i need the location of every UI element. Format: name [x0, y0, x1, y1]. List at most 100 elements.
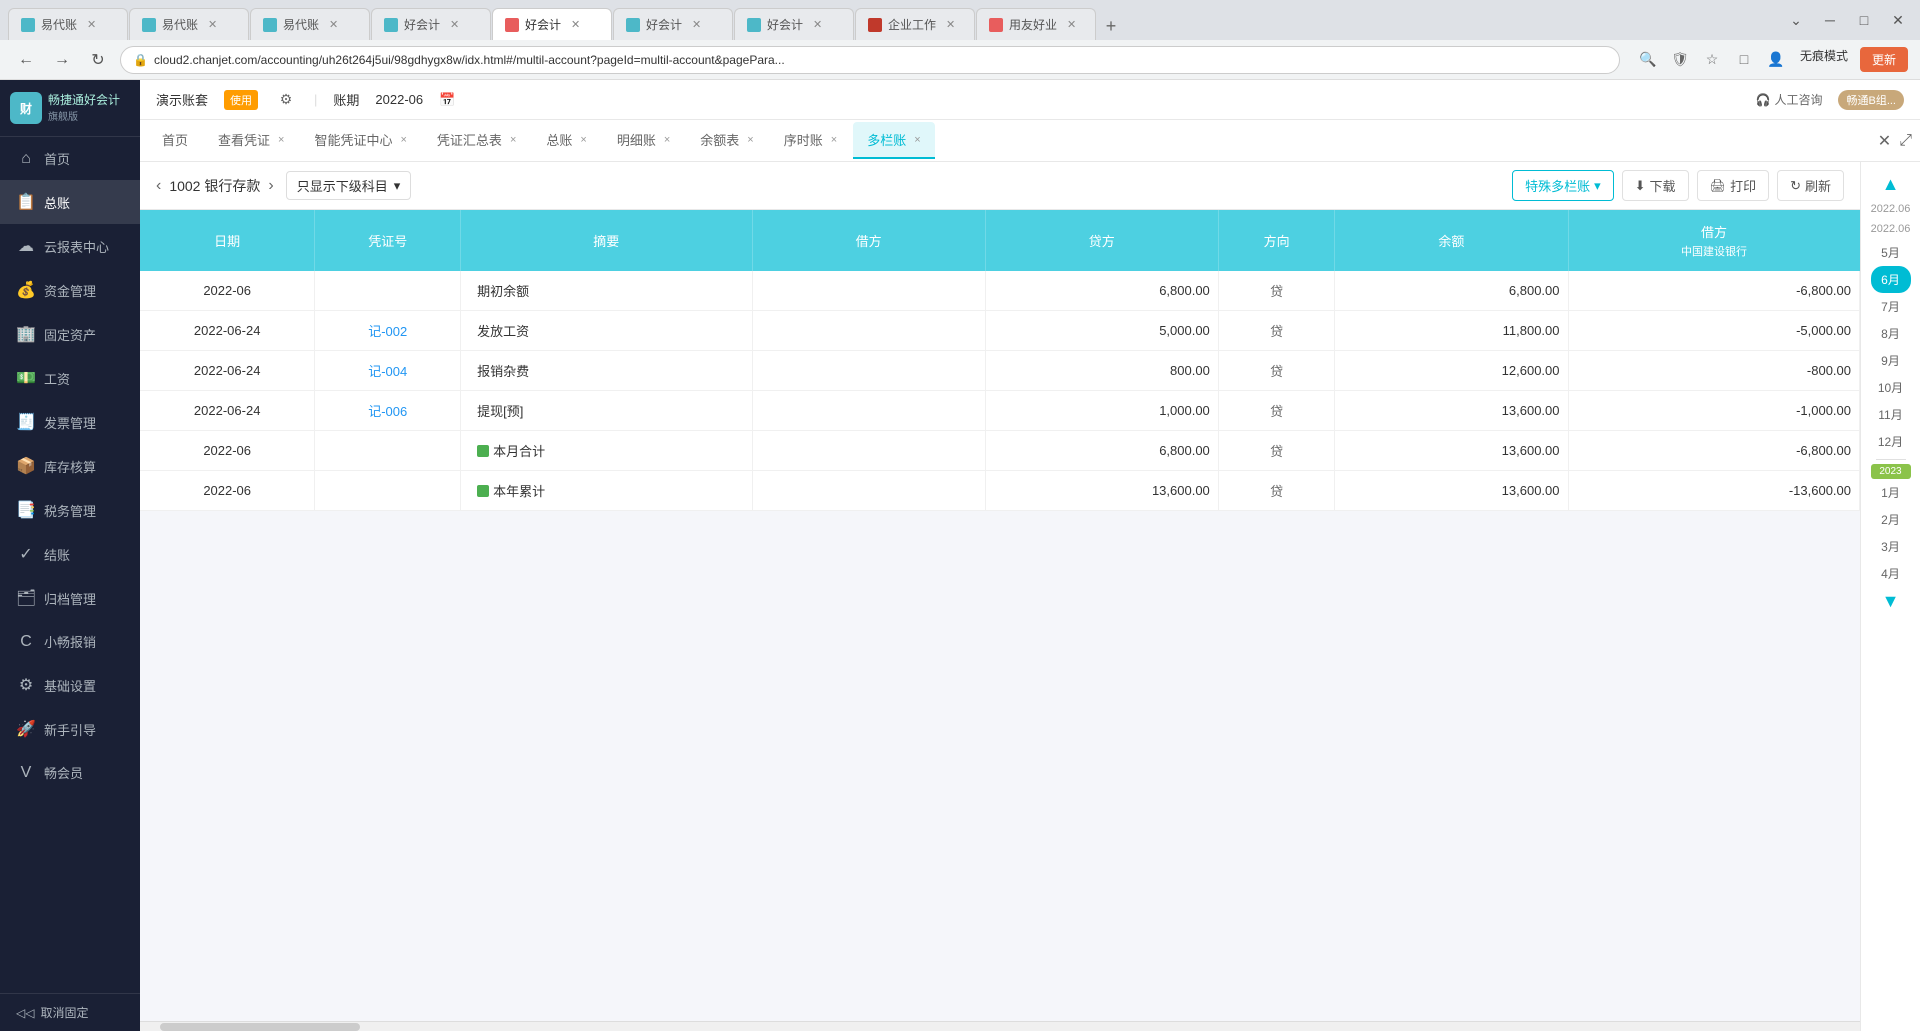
- tab-8[interactable]: 企业工作 ✕: [855, 8, 975, 40]
- profile-icon[interactable]: 👤: [1764, 47, 1788, 71]
- account-prev-button[interactable]: ‹: [156, 177, 161, 195]
- tab-smart-vouchers-close[interactable]: ×: [400, 134, 406, 146]
- tab-journal-close[interactable]: ×: [831, 134, 837, 146]
- tab-detail-ledger[interactable]: 明细账 ×: [603, 122, 684, 159]
- tab-close-3[interactable]: ✕: [329, 18, 338, 31]
- timeline-month-8[interactable]: 8月: [1871, 320, 1911, 347]
- timeline-month-3[interactable]: 3月: [1871, 533, 1911, 560]
- tab-close-9[interactable]: ✕: [1067, 18, 1076, 31]
- search-icon[interactable]: 🔍: [1636, 47, 1660, 71]
- sidebar-item-invoice[interactable]: 🧾 发票管理: [0, 400, 140, 444]
- tab-close-6[interactable]: ✕: [692, 18, 701, 31]
- user-badge[interactable]: 畅通B组...: [1838, 90, 1904, 110]
- close-panel-icon[interactable]: ✕: [1878, 131, 1891, 151]
- special-multicolumn-button[interactable]: 特殊多栏账 ▾: [1512, 170, 1614, 201]
- tab-journal[interactable]: 序时账 ×: [770, 122, 851, 159]
- timeline-month-2[interactable]: 2月: [1871, 506, 1911, 533]
- tab-vouchers[interactable]: 查看凭证 ×: [204, 122, 298, 159]
- url-input[interactable]: 🔒 cloud2.chanjet.com/accounting/uh26t264…: [120, 46, 1620, 74]
- minimize-icon[interactable]: ─: [1816, 6, 1844, 34]
- sidebar-item-salary[interactable]: 💵 工资: [0, 356, 140, 400]
- tab-close-7[interactable]: ✕: [813, 18, 822, 31]
- sidebar-item-settings[interactable]: ⚙ 基础设置: [0, 663, 140, 707]
- timeline-month-1[interactable]: 1月: [1871, 479, 1911, 506]
- tab-general-ledger-close[interactable]: ×: [580, 134, 586, 146]
- tab-4[interactable]: 好会计 ✕: [371, 8, 491, 40]
- refresh-button[interactable]: ↻: [84, 46, 112, 74]
- tab-7[interactable]: 好会计 ✕: [734, 8, 854, 40]
- tab-1[interactable]: 易代账 ✕: [8, 8, 128, 40]
- timeline-month-6[interactable]: 6月: [1871, 266, 1911, 293]
- tab-label-8: 企业工作: [888, 16, 936, 33]
- sidebar-item-funds[interactable]: 💰 资金管理: [0, 268, 140, 312]
- sidebar-item-assets[interactable]: 🏢 固定资产: [0, 312, 140, 356]
- topbar-settings-icon[interactable]: ⚙: [274, 88, 298, 112]
- sidebar-item-close-accounts[interactable]: ✓ 结账: [0, 532, 140, 576]
- tab-voucher-summary[interactable]: 凭证汇总表 ×: [423, 122, 530, 159]
- tab-close-1[interactable]: ✕: [87, 18, 96, 31]
- sidebar-item-reports[interactable]: ☁ 云报表中心: [0, 224, 140, 268]
- refresh-button[interactable]: ↻ 刷新: [1777, 170, 1844, 201]
- tab-balance-close[interactable]: ×: [747, 134, 753, 146]
- tab-9[interactable]: 用友好业 ✕: [976, 8, 1096, 40]
- tab-voucher-summary-close[interactable]: ×: [510, 134, 516, 146]
- expand-panel-icon[interactable]: ⤢: [1899, 132, 1912, 150]
- tab-multi-column-close[interactable]: ×: [914, 134, 920, 146]
- forward-button[interactable]: →: [48, 46, 76, 74]
- tab-smart-vouchers[interactable]: 智能凭证中心 ×: [300, 122, 420, 159]
- timeline-month-12[interactable]: 12月: [1871, 428, 1911, 455]
- sidebar-item-inventory[interactable]: 📦 库存核算: [0, 444, 140, 488]
- timeline-month-9[interactable]: 9月: [1871, 347, 1911, 374]
- filter-select[interactable]: 只显示下级科目 ▾: [286, 171, 412, 200]
- tab-6[interactable]: 好会计 ✕: [613, 8, 733, 40]
- tab-close-4[interactable]: ✕: [450, 18, 459, 31]
- back-button[interactable]: ←: [12, 46, 40, 74]
- shield-icon[interactable]: 🛡: [1668, 47, 1692, 71]
- scrollbar-thumb[interactable]: [160, 1023, 360, 1031]
- tab-3[interactable]: 易代账 ✕: [250, 8, 370, 40]
- sidebar-item-vip[interactable]: V 畅会员: [0, 751, 140, 794]
- sidebar-item-home[interactable]: ⌂ 首页: [0, 137, 140, 180]
- tab-close-2[interactable]: ✕: [208, 18, 217, 31]
- tab-detail-ledger-close[interactable]: ×: [664, 134, 670, 146]
- tab-5[interactable]: 好会计 ✕: [492, 8, 612, 40]
- timeline-month-4[interactable]: 4月: [1871, 560, 1911, 587]
- tab-close-5[interactable]: ✕: [571, 18, 580, 31]
- timeline-month-5[interactable]: 5月: [1871, 239, 1911, 266]
- voucher-link[interactable]: 记-004: [368, 364, 407, 379]
- support-button[interactable]: 🎧 人工咨询: [1756, 91, 1823, 108]
- sidebar-item-expense[interactable]: C 小畅报销: [0, 620, 140, 663]
- calendar-icon[interactable]: 📅: [439, 92, 455, 108]
- tab-home[interactable]: 首页: [148, 122, 202, 159]
- tab-2[interactable]: 易代账 ✕: [129, 8, 249, 40]
- timeline-month-11[interactable]: 11月: [1871, 401, 1911, 428]
- timeline-down-arrow[interactable]: ▼: [1878, 587, 1904, 616]
- download-button[interactable]: ⬇ 下载: [1622, 170, 1689, 201]
- voucher-link[interactable]: 记-002: [368, 324, 407, 339]
- sidebar-item-guide[interactable]: 🚀 新手引导: [0, 707, 140, 751]
- horizontal-scrollbar[interactable]: [140, 1021, 1860, 1031]
- tab-multi-column[interactable]: 多栏账 ×: [853, 122, 934, 159]
- account-next-button[interactable]: ›: [268, 177, 273, 195]
- sidebar-item-archive[interactable]: 🗂 归档管理: [0, 576, 140, 620]
- unpin-button[interactable]: ◁◁ 取消固定: [0, 994, 140, 1031]
- extensions-icon[interactable]: □: [1732, 47, 1756, 71]
- new-tab-button[interactable]: +: [1097, 12, 1125, 40]
- print-button[interactable]: 🖨 打印: [1697, 170, 1770, 201]
- tab-close-8[interactable]: ✕: [946, 18, 955, 31]
- tab-vouchers-close[interactable]: ×: [278, 134, 284, 146]
- timeline-month-10[interactable]: 10月: [1871, 374, 1911, 401]
- maximize-icon[interactable]: □: [1850, 6, 1878, 34]
- update-button[interactable]: 更新: [1860, 47, 1908, 72]
- close-window-icon[interactable]: ✕: [1884, 6, 1912, 34]
- sidebar-item-tax[interactable]: 📑 税务管理: [0, 488, 140, 532]
- sidebar-item-ledger[interactable]: 📋 总账: [0, 180, 140, 224]
- demo-badge[interactable]: 使用: [224, 90, 258, 110]
- timeline-up-arrow[interactable]: ▲: [1878, 170, 1904, 199]
- tab-list-icon[interactable]: ⌄: [1782, 6, 1810, 34]
- timeline-month-7[interactable]: 7月: [1871, 293, 1911, 320]
- star-icon[interactable]: ☆: [1700, 47, 1724, 71]
- tab-general-ledger[interactable]: 总账 ×: [532, 122, 600, 159]
- voucher-link[interactable]: 记-006: [368, 404, 407, 419]
- tab-balance[interactable]: 余额表 ×: [686, 122, 767, 159]
